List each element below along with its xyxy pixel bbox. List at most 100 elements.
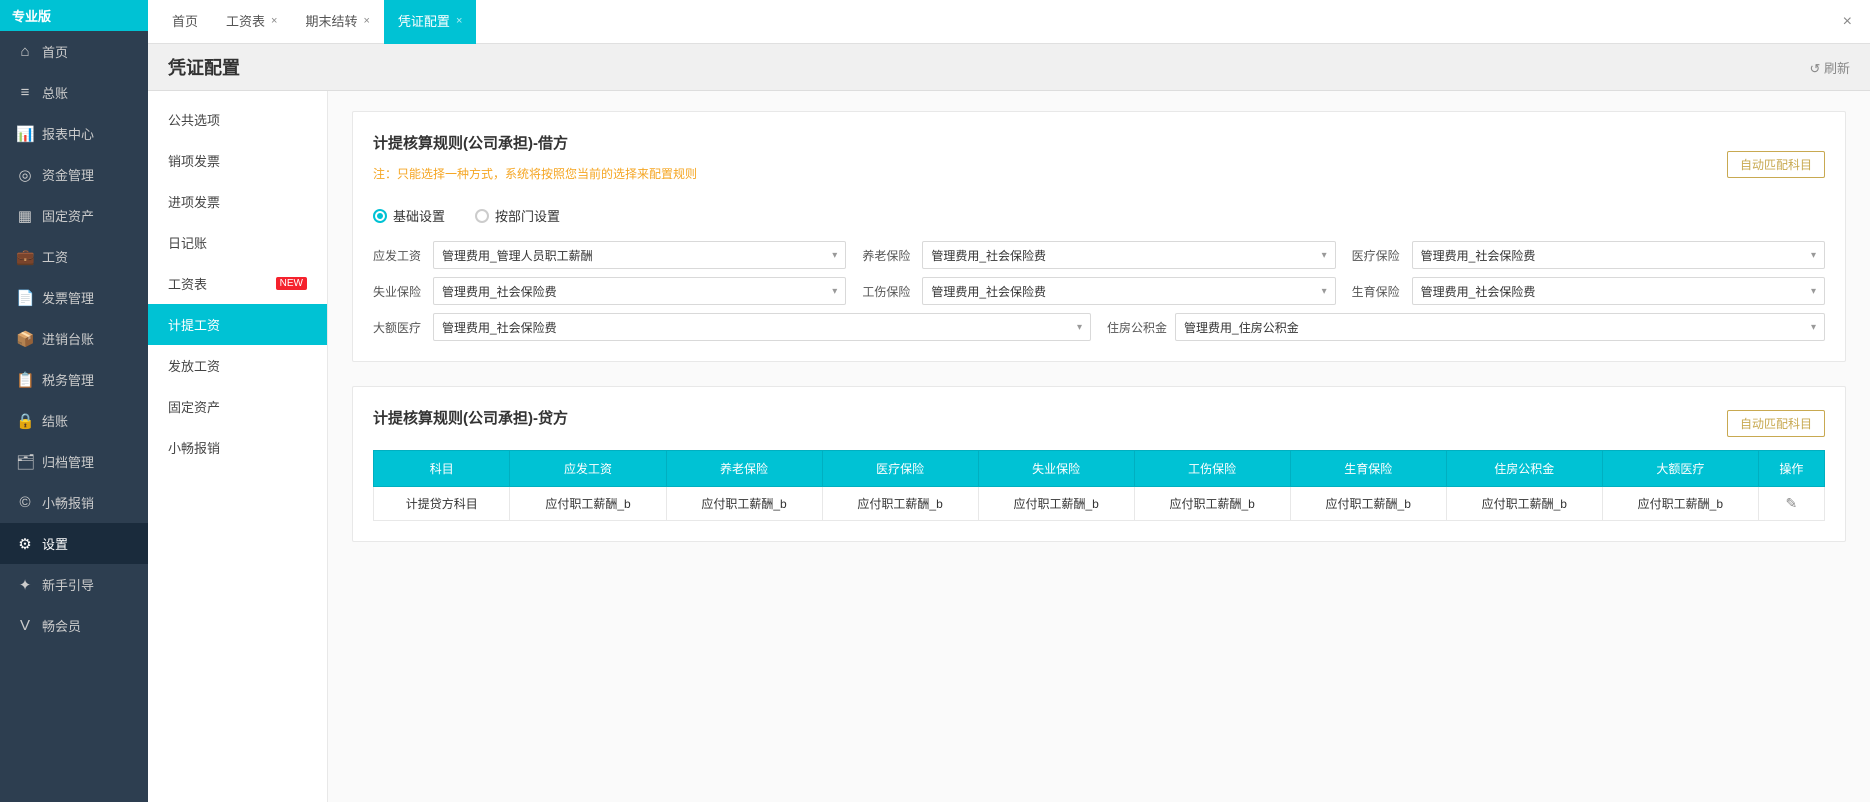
close-payroll-tab[interactable]: ×	[271, 15, 277, 27]
sidebar-item-fund[interactable]: ◎ 资金管理	[0, 154, 148, 195]
left-nav-sales-invoice[interactable]: 销项发票	[148, 140, 327, 181]
field-gongshang-label: 工伤保险	[862, 283, 914, 300]
left-nav-payroll-table[interactable]: 工资表 NEW	[148, 263, 327, 304]
col-subject: 科目	[374, 451, 510, 487]
cell-action[interactable]: ✎	[1758, 487, 1824, 521]
radio-basic-circle	[373, 209, 387, 223]
col-daeyi: 大额医疗	[1602, 451, 1758, 487]
sidebar-item-guide[interactable]: ✦ 新手引导	[0, 564, 148, 605]
sidebar-item-asset[interactable]: ▦ 固定资产	[0, 195, 148, 236]
col-action: 操作	[1758, 451, 1824, 487]
field-yiliao-select[interactable]: 管理费用_社会保险费 ▾	[1412, 241, 1825, 269]
cell-subject: 计提贷方科目	[374, 487, 510, 521]
ledger-icon: ≡	[16, 84, 34, 101]
chevron-down-icon: ▾	[1811, 250, 1816, 261]
radio-group: 基础设置 按部门设置	[373, 206, 1825, 225]
debit-auto-match-button[interactable]: 自动匹配科目	[1727, 151, 1825, 178]
settings-icon: ⚙	[16, 535, 34, 553]
sidebar-item-home[interactable]: ⌂ 首页	[0, 31, 148, 72]
sidebar-item-tax[interactable]: 📋 税务管理	[0, 359, 148, 400]
field-daeyi: 大额医疗 管理费用_社会保险费 ▾	[373, 313, 1091, 341]
field-daeyi-select[interactable]: 管理费用_社会保险费 ▾	[433, 313, 1091, 341]
sidebar-item-ledger[interactable]: ≡ 总账	[0, 72, 148, 113]
sidebar-item-salary[interactable]: 💼 工资	[0, 236, 148, 277]
col-shengyu: 生育保险	[1290, 451, 1446, 487]
chevron-down-icon: ▾	[1322, 286, 1327, 297]
cell-gongshang: 应付职工薪酬_b	[1134, 487, 1290, 521]
col-gongjijin: 住房公积金	[1446, 451, 1602, 487]
cell-yingfa: 应付职工薪酬_b	[510, 487, 666, 521]
sidebar-item-archive[interactable]: 🗂 归档管理	[0, 441, 148, 482]
left-nav-xc[interactable]: 小畅报销	[148, 427, 327, 468]
left-nav-pay-salary[interactable]: 发放工资	[148, 345, 327, 386]
sidebar-item-xcreport[interactable]: © 小畅报销	[0, 482, 148, 523]
field-yingfa-label: 应发工资	[373, 247, 425, 264]
debit-section-header: 计提核算规则(公司承担)-借方 注：只能选择一种方式，系统将按照您当前的选择来配…	[373, 132, 1825, 196]
tab-voucher[interactable]: 凭证配置 ×	[384, 0, 476, 44]
sidebar-item-member[interactable]: V 畅会员	[0, 605, 148, 646]
sidebar-item-close[interactable]: 🔒 结账	[0, 400, 148, 441]
left-nav-fixed-assets[interactable]: 固定资产	[148, 386, 327, 427]
chevron-down-icon: ▾	[1811, 322, 1816, 333]
radio-department[interactable]: 按部门设置	[475, 206, 560, 225]
cell-yiliao: 应付职工薪酬_b	[822, 487, 978, 521]
page-title: 凭证配置	[168, 54, 240, 80]
col-yanglao: 养老保险	[666, 451, 822, 487]
close-period-tab[interactable]: ×	[363, 15, 369, 27]
radio-basic[interactable]: 基础设置	[373, 206, 445, 225]
member-icon: V	[16, 617, 34, 634]
right-content: 计提核算规则(公司承担)-借方 注：只能选择一种方式，系统将按照您当前的选择来配…	[328, 91, 1870, 802]
field-shiye-select[interactable]: 管理费用_社会保险费 ▾	[433, 277, 846, 305]
credit-section-title: 计提核算规则(公司承担)-贷方	[373, 407, 568, 428]
fund-icon: ◎	[16, 166, 34, 184]
top-nav: 首页 工资表 × 期末结转 × 凭证配置 × ×	[148, 0, 1870, 44]
debit-section-title: 计提核算规则(公司承担)-借方	[373, 132, 697, 153]
tab-home[interactable]: 首页	[158, 0, 212, 44]
close-voucher-tab[interactable]: ×	[456, 15, 462, 27]
credit-auto-match-button[interactable]: 自动匹配科目	[1727, 410, 1825, 437]
field-gongjijin-select[interactable]: 管理费用_住房公积金 ▾	[1175, 313, 1825, 341]
chevron-down-icon: ▾	[1077, 322, 1082, 333]
main-area: 首页 工资表 × 期末结转 × 凭证配置 × × 凭证配置 ↺ 刷新 公共选项 …	[148, 0, 1870, 802]
stock-icon: 📦	[16, 330, 34, 348]
field-yingfa-select[interactable]: 管理费用_管理人员职工薪酬 ▾	[433, 241, 846, 269]
credit-section: 计提核算规则(公司承担)-贷方 自动匹配科目 科目 应发工资 养老保险 医疗保险…	[352, 386, 1846, 542]
field-shengyu-label: 生育保险	[1352, 283, 1404, 300]
xc-icon: ©	[16, 494, 34, 511]
page-header: 凭证配置 ↺ 刷新	[148, 44, 1870, 91]
credit-section-header: 计提核算规则(公司承担)-贷方 自动匹配科目	[373, 407, 1825, 440]
archive-icon: 🗂	[16, 453, 34, 471]
field-yiliao: 医疗保险 管理费用_社会保险费 ▾	[1352, 241, 1825, 269]
sidebar-item-settings[interactable]: ⚙ 设置	[0, 523, 148, 564]
left-nav-public[interactable]: 公共选项	[148, 99, 327, 140]
tab-period[interactable]: 期末结转 ×	[291, 0, 383, 44]
col-yiliao: 医疗保险	[822, 451, 978, 487]
left-nav-purchase-invoice[interactable]: 进项发票	[148, 181, 327, 222]
refresh-button[interactable]: ↺ 刷新	[1809, 58, 1850, 77]
cell-gongjijin: 应付职工薪酬_b	[1446, 487, 1602, 521]
left-nav-journal[interactable]: 日记账	[148, 222, 327, 263]
debit-section: 计提核算规则(公司承担)-借方 注：只能选择一种方式，系统将按照您当前的选择来配…	[352, 111, 1846, 362]
asset-icon: ▦	[16, 207, 34, 225]
field-yanglao-select[interactable]: 管理费用_社会保险费 ▾	[922, 241, 1335, 269]
chevron-down-icon: ▾	[1811, 286, 1816, 297]
chevron-down-icon: ▾	[1322, 250, 1327, 261]
app-brand: 专业版	[0, 0, 148, 31]
close-all-tabs[interactable]: ×	[1835, 9, 1860, 35]
field-shengyu-select[interactable]: 管理费用_社会保险费 ▾	[1412, 277, 1825, 305]
tab-payroll[interactable]: 工资表 ×	[212, 0, 291, 44]
cell-yanglao: 应付职工薪酬_b	[666, 487, 822, 521]
col-shiye: 失业保险	[978, 451, 1134, 487]
sidebar: 专业版 ⌂ 首页 ≡ 总账 📊 报表中心 ◎ 资金管理 ▦ 固定资产 💼 工资 …	[0, 0, 148, 802]
left-nav-calc-salary[interactable]: 计提工资	[148, 304, 327, 345]
credit-table: 科目 应发工资 养老保险 医疗保险 失业保险 工伤保险 生育保险 住房公积金 大…	[373, 450, 1825, 521]
sidebar-item-invoice[interactable]: 📄 发票管理	[0, 277, 148, 318]
sidebar-item-stock[interactable]: 📦 进销台账	[0, 318, 148, 359]
sidebar-item-report[interactable]: 📊 报表中心	[0, 113, 148, 154]
chevron-down-icon: ▾	[832, 250, 837, 261]
home-icon: ⌂	[16, 43, 34, 60]
salary-icon: 💼	[16, 248, 34, 266]
edit-icon[interactable]: ✎	[1786, 495, 1798, 511]
field-yanglao-label: 养老保险	[862, 247, 914, 264]
field-gongshang-select[interactable]: 管理费用_社会保险费 ▾	[922, 277, 1335, 305]
